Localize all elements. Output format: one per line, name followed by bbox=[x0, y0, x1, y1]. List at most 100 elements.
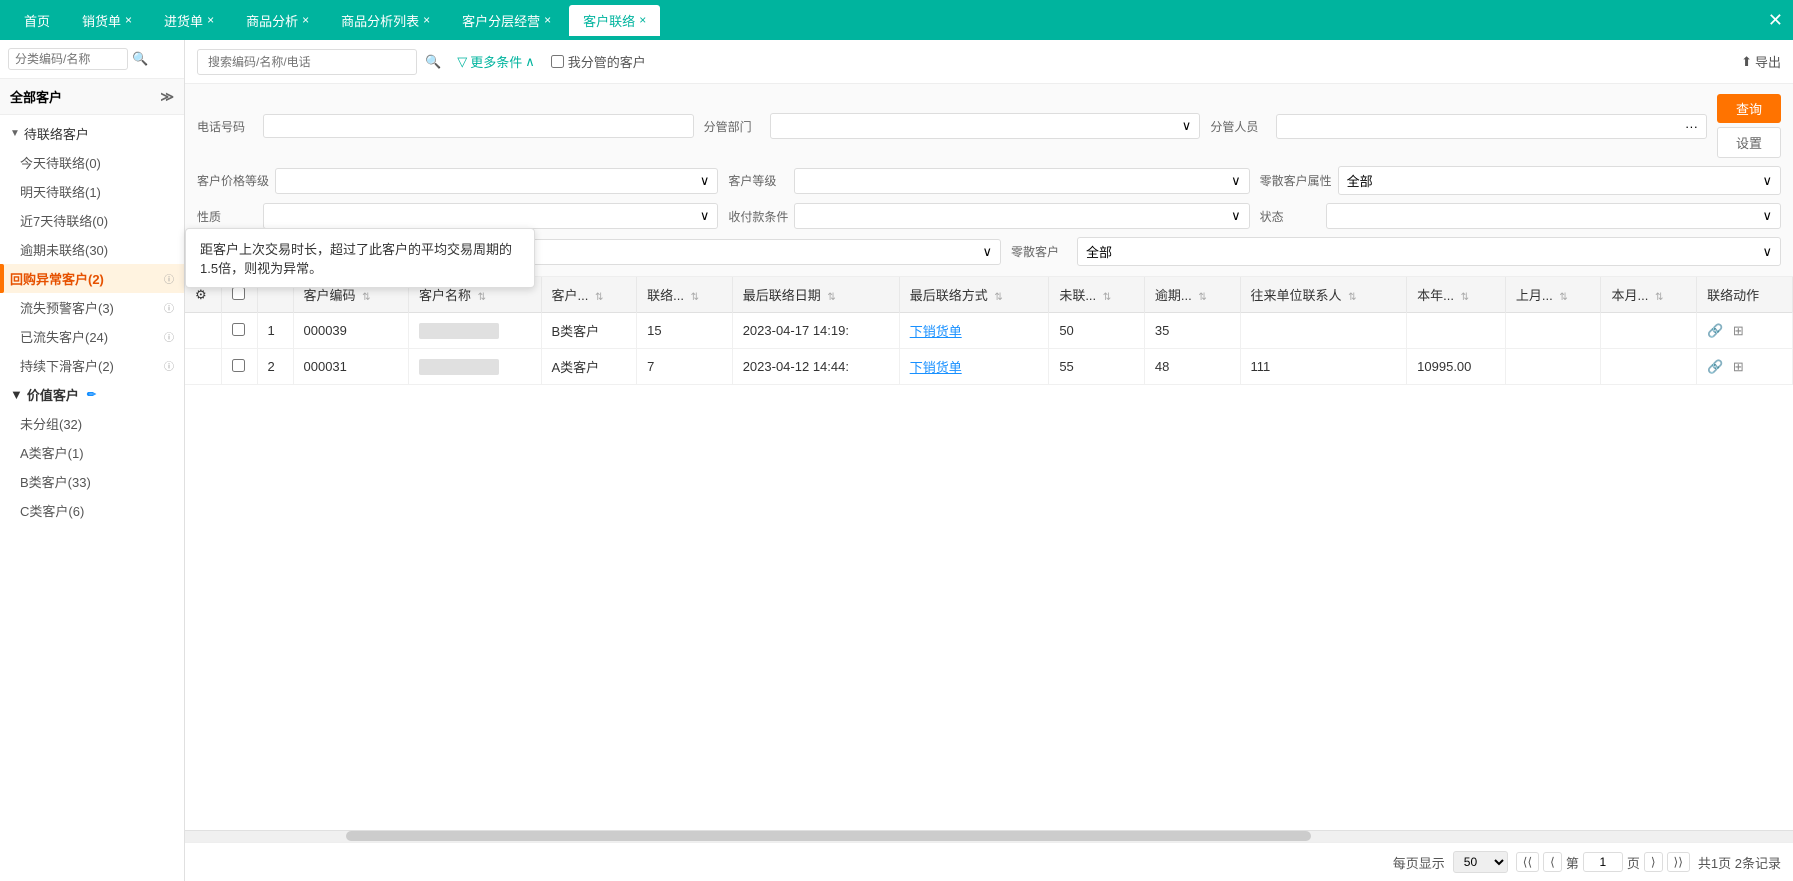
type-sort-icon: ⇅ bbox=[595, 292, 603, 303]
row1-check[interactable] bbox=[232, 323, 245, 336]
select-all-checkbox[interactable] bbox=[232, 287, 245, 300]
row1-last-method[interactable]: 下销货单 bbox=[899, 313, 1049, 349]
row2-last-method[interactable]: 下销货单 bbox=[899, 349, 1049, 385]
nav-close-customer-contact[interactable]: × bbox=[639, 13, 646, 27]
th-type[interactable]: 客户... ⇅ bbox=[541, 277, 637, 313]
retail-customer-dropdown[interactable]: 全部 ∨ bbox=[1077, 237, 1781, 266]
phone-input[interactable] bbox=[263, 114, 694, 138]
row2-action[interactable]: 🔗 ⊞ bbox=[1697, 349, 1793, 385]
row2-link-icon[interactable]: 🔗 bbox=[1707, 359, 1723, 374]
payment-dropdown[interactable]: ∨ bbox=[794, 203, 1249, 229]
filter-actions: 查询 设置 bbox=[1717, 94, 1781, 158]
window-close-button[interactable]: ✕ bbox=[1768, 10, 1783, 31]
table-container[interactable]: ⚙ 客户编码 ⇅ 客户名称 ⇅ bbox=[185, 277, 1793, 830]
sidebar-group-pending[interactable]: ▼ 待联络客户 bbox=[0, 119, 184, 148]
th-this-year[interactable]: 本年... ⇅ bbox=[1407, 277, 1506, 313]
settings-gear-icon[interactable]: ⚙ bbox=[195, 287, 207, 302]
search-icon[interactable]: 🔍 bbox=[425, 54, 441, 70]
sidebar-item-lost[interactable]: 已流失客户(24) ⓘ bbox=[0, 322, 184, 351]
retail-attr-dropdown[interactable]: 全部 ∨ bbox=[1338, 166, 1781, 195]
th-last-contact-method[interactable]: 最后联络方式 ⇅ bbox=[899, 277, 1049, 313]
bottom-bar: 每页显示 50 100 200 ⟨⟨ ⟨ 第 页 ⟩ ⟩⟩ 共1页 2条记录 bbox=[185, 842, 1793, 881]
sidebar-item-declining[interactable]: 持续下滑客户(2) ⓘ bbox=[0, 351, 184, 380]
info-icon-loss-warning: ⓘ bbox=[164, 300, 174, 315]
nav-item-product-list[interactable]: 商品分析列表 × bbox=[327, 5, 444, 36]
dept-dropdown[interactable]: ∨ bbox=[770, 113, 1201, 139]
search-input[interactable] bbox=[197, 49, 417, 75]
nav-close-product-analysis[interactable]: × bbox=[302, 13, 309, 27]
row2-no: 2 bbox=[257, 349, 293, 385]
next-page-btn[interactable]: ⟩ bbox=[1644, 852, 1663, 872]
sidebar-collapse-btn[interactable]: ≫ bbox=[160, 89, 174, 105]
nav-close-purchase[interactable]: × bbox=[207, 13, 214, 27]
row1-name[interactable] bbox=[409, 313, 542, 349]
settings-button[interactable]: 设置 bbox=[1717, 127, 1781, 158]
value-group-arrow: ▼ bbox=[10, 387, 23, 402]
sidebar-item-a-class[interactable]: A类客户(1) bbox=[0, 438, 184, 467]
nav-item-sales[interactable]: 销货单 × bbox=[68, 5, 146, 36]
row1-grid-icon[interactable]: ⊞ bbox=[1733, 323, 1744, 338]
row1-action[interactable]: 🔗 ⊞ bbox=[1697, 313, 1793, 349]
nav-close-sales[interactable]: × bbox=[125, 13, 132, 27]
gender-dropdown[interactable]: ∨ bbox=[263, 203, 718, 229]
sidebar-item-loss-warning[interactable]: 流失预警客户(3) ⓘ bbox=[0, 293, 184, 322]
filter-manager: 分管人员 ··· bbox=[1210, 114, 1707, 139]
nav-close-customer-tier[interactable]: × bbox=[544, 13, 551, 27]
sidebar-item-c-class[interactable]: C类客户(6) bbox=[0, 496, 184, 525]
nav-item-customer-tier[interactable]: 客户分层经营 × bbox=[448, 5, 565, 36]
phone-label: 电话号码 bbox=[197, 118, 257, 135]
horizontal-scrollbar[interactable] bbox=[185, 830, 1793, 842]
query-button[interactable]: 查询 bbox=[1717, 94, 1781, 123]
sidebar-item-overdue[interactable]: 逾期未联络(30) bbox=[0, 235, 184, 264]
sidebar-item-tomorrow[interactable]: 明天待联络(1) bbox=[0, 177, 184, 206]
info-icon-abnormal: ⓘ bbox=[164, 271, 174, 286]
sidebar-item-today[interactable]: 今天待联络(0) bbox=[0, 148, 184, 177]
sidebar-search-input[interactable] bbox=[8, 48, 128, 70]
sidebar-section-value-customers[interactable]: ▼ 价值客户 ✏ bbox=[0, 380, 184, 409]
export-btn[interactable]: ⬆ 导出 bbox=[1741, 52, 1781, 71]
last-page-btn[interactable]: ⟩⟩ bbox=[1667, 852, 1690, 872]
row2-name[interactable] bbox=[409, 349, 542, 385]
last-month-sort-icon: ⇅ bbox=[1559, 292, 1567, 303]
row2-check[interactable] bbox=[232, 359, 245, 372]
th-not-contacted[interactable]: 未联... ⇅ bbox=[1049, 277, 1145, 313]
status-dropdown[interactable]: ∨ bbox=[1326, 203, 1781, 229]
row2-checkbox[interactable] bbox=[221, 349, 257, 385]
nav-item-purchase[interactable]: 进货单 × bbox=[150, 5, 228, 36]
page-number-input[interactable] bbox=[1583, 852, 1623, 872]
my-customer-checkbox-label[interactable]: 我分管的客户 bbox=[551, 52, 646, 71]
sidebar-item-b-class[interactable]: B类客户(33) bbox=[0, 467, 184, 496]
my-customer-checkbox[interactable] bbox=[551, 55, 564, 68]
value-edit-icon[interactable]: ✏ bbox=[87, 388, 96, 401]
manager-input[interactable]: ··· bbox=[1276, 114, 1707, 139]
nav-item-home[interactable]: 首页 bbox=[10, 5, 64, 36]
customer-level-dropdown[interactable]: ∨ bbox=[794, 168, 1249, 194]
sidebar-item-abnormal-repurchase[interactable]: 回购异常客户(2) ⓘ bbox=[0, 264, 184, 293]
price-level-dropdown[interactable]: ∨ bbox=[275, 168, 718, 194]
row2-contact-person: 111 bbox=[1240, 349, 1407, 385]
sidebar-item-7days[interactable]: 近7天待联络(0) bbox=[0, 206, 184, 235]
nav-close-product-list[interactable]: × bbox=[423, 13, 430, 27]
first-page-btn[interactable]: ⟨⟨ bbox=[1516, 852, 1539, 872]
row1-name-blurred bbox=[419, 323, 499, 339]
per-page-select[interactable]: 50 100 200 bbox=[1453, 851, 1508, 873]
row1-this-year bbox=[1407, 313, 1506, 349]
info-icon-declining: ⓘ bbox=[164, 358, 174, 373]
sidebar-item-ungrouped[interactable]: 未分组(32) bbox=[0, 409, 184, 438]
th-overdue[interactable]: 逾期... ⇅ bbox=[1144, 277, 1240, 313]
row1-checkbox[interactable] bbox=[221, 313, 257, 349]
more-conditions-btn[interactable]: ▽ 更多条件 ∧ bbox=[449, 48, 543, 75]
th-last-contact-date[interactable]: 最后联络日期 ⇅ bbox=[732, 277, 899, 313]
row2-grid-icon[interactable]: ⊞ bbox=[1733, 359, 1744, 374]
scrollbar-thumb[interactable] bbox=[346, 831, 1311, 841]
th-contact-person[interactable]: 往来单位联系人 ⇅ bbox=[1240, 277, 1407, 313]
sidebar-search-icon[interactable]: 🔍 bbox=[132, 51, 148, 67]
th-contact[interactable]: 联络... ⇅ bbox=[637, 277, 733, 313]
row2-contact: 7 bbox=[637, 349, 733, 385]
th-last-month[interactable]: 上月... ⇅ bbox=[1505, 277, 1601, 313]
row1-link-icon[interactable]: 🔗 bbox=[1707, 323, 1723, 338]
nav-item-product-analysis[interactable]: 商品分析 × bbox=[232, 5, 323, 36]
prev-page-btn[interactable]: ⟨ bbox=[1543, 852, 1562, 872]
th-this-month[interactable]: 本月... ⇅ bbox=[1601, 277, 1697, 313]
nav-item-customer-contact[interactable]: 客户联络 × bbox=[569, 5, 660, 36]
